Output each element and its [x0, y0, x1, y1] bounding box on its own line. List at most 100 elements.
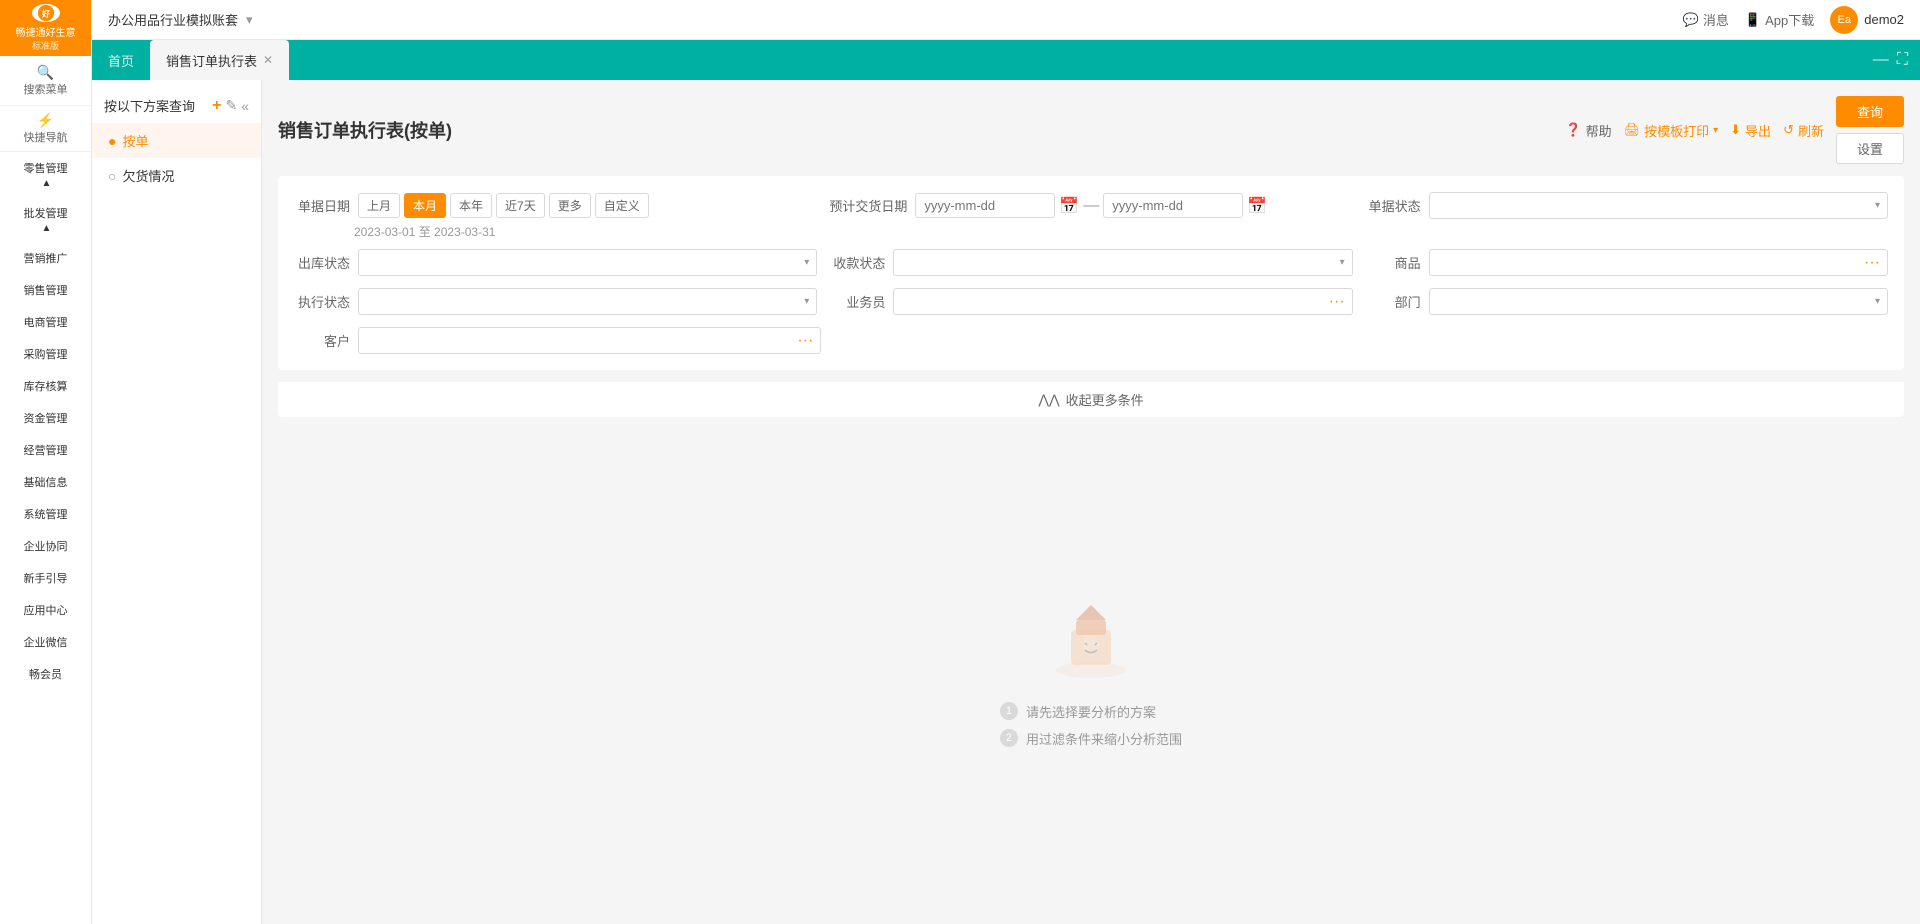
date-btn-current-month[interactable]: 本月: [404, 193, 446, 218]
export-icon: ⬇: [1730, 122, 1741, 138]
salesperson-input[interactable]: [893, 288, 1352, 315]
salesperson-cell: 业务员 ···: [829, 288, 1352, 315]
tab-bar-actions: — ⛶: [1861, 51, 1920, 69]
customer-more-icon[interactable]: ···: [797, 332, 813, 350]
print-button[interactable]: 🖨 按模板打印 ▾: [1624, 121, 1719, 140]
logo-icon: 好: [32, 4, 60, 22]
sidebar-item-system-mgmt[interactable]: 系统管理: [0, 498, 91, 530]
date-btn-last-month[interactable]: 上月: [358, 193, 400, 218]
receipt-status-cell: 收款状态 ▾: [829, 249, 1352, 276]
date-btn-more[interactable]: 更多: [549, 193, 591, 218]
exec-status-cell: 执行状态 ▾: [294, 288, 817, 315]
salesperson-more-icon[interactable]: ···: [1329, 293, 1345, 311]
panel-title: 按以下方案查询: [104, 96, 195, 115]
app-download-button[interactable]: 📱 App下载: [1745, 10, 1814, 29]
print-dropdown-icon[interactable]: ▾: [1713, 125, 1718, 136]
maximize-icon[interactable]: ⛶: [1897, 51, 1908, 69]
out-status-select[interactable]: [358, 249, 817, 276]
calendar-icon-to[interactable]: 📅: [1247, 196, 1267, 216]
panel-actions: + ✎ «: [212, 97, 249, 115]
content-wrapper: 按以下方案查询 + ✎ « ● 按单 ○ 欠货情况 销售订单执行表(按单): [92, 80, 1920, 924]
minimize-icon[interactable]: —: [1873, 51, 1889, 69]
edit-scheme-button[interactable]: ✎: [225, 97, 237, 114]
sidebar-item-retail-mgmt[interactable]: 零售管理 ▲: [0, 152, 91, 197]
receipt-status-select[interactable]: [893, 249, 1352, 276]
date-btn-custom[interactable]: 自定义: [595, 193, 649, 218]
date-label: 单据日期: [294, 196, 350, 215]
sidebar-item-quick-nav[interactable]: ⚡ 快捷导航: [0, 106, 91, 152]
breadcrumb: 办公用品行业模拟账套 ▾: [108, 10, 253, 29]
logo-text: 畅捷通好生意: [16, 24, 76, 39]
sidebar-item-enterprise-collab[interactable]: 企业协同: [0, 530, 91, 562]
refresh-icon: ↺: [1783, 122, 1794, 138]
tip-text-1: 请先选择要分析的方案: [1026, 702, 1156, 721]
sidebar-item-wholesale-mgmt[interactable]: 批发管理 ▲: [0, 197, 91, 242]
tip-number-2: 2: [1000, 729, 1018, 747]
collapse-arrows-icon: ⋀⋀: [1038, 392, 1059, 408]
sidebar-item-member[interactable]: 畅会员: [0, 658, 91, 690]
tab-close-icon[interactable]: ✕: [263, 53, 273, 67]
sidebar-item-marketing[interactable]: 营销推广: [0, 242, 91, 274]
scheme-icon: ●: [108, 133, 116, 149]
right-content: 销售订单执行表(按单) ❓ 帮助 🖨 按模板打印 ▾ ⬇ 导出: [262, 80, 1920, 924]
search-settings-group: 查询 设置: [1836, 96, 1904, 164]
tab-bar: 首页 销售订单执行表 ✕ — ⛶: [92, 40, 1920, 80]
app-download-label: App下载: [1765, 10, 1814, 29]
left-panel-header: 按以下方案查询 + ✎ «: [92, 88, 261, 123]
print-icon: 🖨: [1624, 122, 1641, 138]
dept-cell: 部门 ▾: [1365, 288, 1888, 315]
expected-date-from[interactable]: [915, 193, 1055, 218]
message-button[interactable]: 💬 消息: [1683, 10, 1729, 29]
customer-input[interactable]: [358, 327, 821, 354]
sidebar-item-app-center[interactable]: 应用中心: [0, 594, 91, 626]
tab-home[interactable]: 首页: [92, 40, 150, 80]
exec-status-select[interactable]: [358, 288, 817, 315]
sidebar-item-basic-info[interactable]: 基础信息: [0, 466, 91, 498]
sidebar-item-ecommerce[interactable]: 电商管理: [0, 306, 91, 338]
collapse-panel-button[interactable]: «: [241, 98, 249, 114]
help-icon: ❓: [1565, 122, 1581, 138]
search-button[interactable]: 查询: [1836, 96, 1904, 127]
username-label: demo2: [1864, 12, 1904, 27]
message-label: 消息: [1703, 10, 1729, 29]
svg-text:好: 好: [40, 9, 49, 19]
help-button[interactable]: ❓ 帮助: [1565, 121, 1611, 140]
sidebar-item-finance-mgmt[interactable]: 资金管理: [0, 402, 91, 434]
expected-date-cell: 预计交货日期 📅 — 📅: [829, 192, 1352, 219]
calendar-icon-from[interactable]: 📅: [1059, 196, 1079, 216]
dept-wrapper: ▾: [1429, 288, 1888, 315]
scheme-item-欠货情况[interactable]: ○ 欠货情况: [92, 158, 261, 193]
date-btn-current-year[interactable]: 本年: [450, 193, 492, 218]
sidebar-item-sales-mgmt[interactable]: 销售管理: [0, 274, 91, 306]
scheme-item-按单[interactable]: ● 按单: [92, 123, 261, 158]
goods-input[interactable]: [1429, 249, 1888, 276]
header-actions: 💬 消息 📱 App下载 Ea demo2: [1683, 6, 1904, 34]
tab-sales-order[interactable]: 销售订单执行表 ✕: [150, 40, 289, 80]
settings-button[interactable]: 设置: [1836, 133, 1904, 164]
dept-label: 部门: [1365, 292, 1421, 311]
page-title-bar: 销售订单执行表(按单) ❓ 帮助 🖨 按模板打印 ▾ ⬇ 导出: [278, 96, 1904, 164]
left-panel: 按以下方案查询 + ✎ « ● 按单 ○ 欠货情况: [92, 80, 262, 924]
scheme-icon: ○: [108, 168, 116, 184]
status-label: 单据状态: [1365, 196, 1421, 215]
salesperson-label: 业务员: [829, 292, 885, 311]
add-scheme-button[interactable]: +: [212, 97, 221, 115]
goods-more-icon[interactable]: ···: [1864, 254, 1880, 272]
dept-select[interactable]: [1429, 288, 1888, 315]
sidebar-item-enterprise-wechat[interactable]: 企业微信: [0, 626, 91, 658]
sidebar-item-search-menu[interactable]: 🔍 搜索菜单: [0, 56, 91, 106]
collapse-filter-button[interactable]: ⋀⋀ 收起更多条件: [278, 382, 1904, 417]
export-button[interactable]: ⬇ 导出: [1730, 121, 1771, 140]
date-btn-last7days[interactable]: 近7天: [496, 193, 545, 218]
empty-tip-1: 1 请先选择要分析的方案: [1000, 702, 1182, 721]
sidebar-item-inventory-check[interactable]: 库存核算: [0, 370, 91, 402]
refresh-button[interactable]: ↺ 刷新: [1783, 121, 1824, 140]
sidebar-item-purchase-mgmt[interactable]: 采购管理: [0, 338, 91, 370]
phone-icon: 📱: [1745, 12, 1761, 28]
sidebar-item-ops-mgmt[interactable]: 经营管理: [0, 434, 91, 466]
status-select[interactable]: [1429, 192, 1888, 219]
expected-date-to[interactable]: [1103, 193, 1243, 218]
main-area: 办公用品行业模拟账套 ▾ 💬 消息 📱 App下载 Ea demo2 首页: [92, 0, 1920, 924]
sidebar-item-new-guide[interactable]: 新手引导: [0, 562, 91, 594]
user-menu[interactable]: Ea demo2: [1830, 6, 1904, 34]
